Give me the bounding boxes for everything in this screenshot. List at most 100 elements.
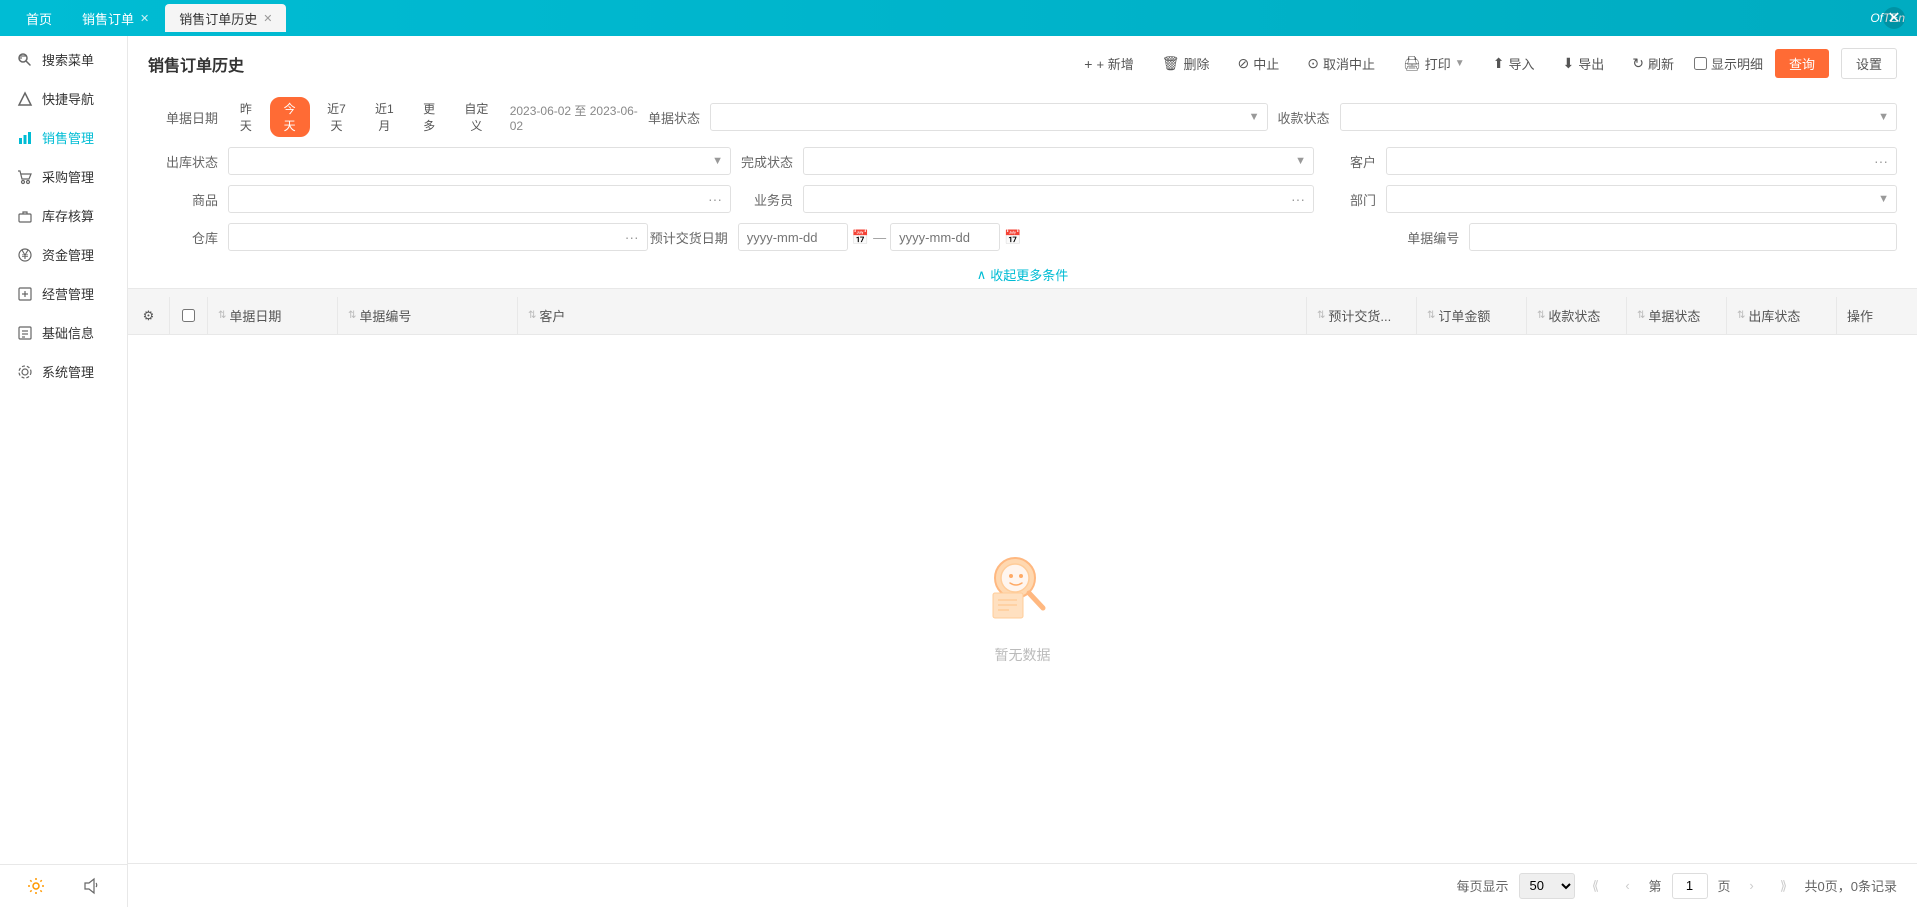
tab-sales-order-history[interactable]: 销售订单历史 ✕: [165, 4, 286, 32]
sort-amount-icon: ⇅: [1427, 310, 1435, 321]
stop-button[interactable]: ⊘ 中止: [1230, 50, 1288, 77]
date-btn-custom[interactable]: 自定义: [453, 97, 500, 137]
display-detail-toggle[interactable]: 显示明细: [1694, 54, 1763, 73]
volume-icon[interactable]: [82, 877, 100, 895]
window-close-button[interactable]: ✕: [1883, 7, 1905, 29]
date-btn-yesterday[interactable]: 昨天: [228, 97, 264, 137]
sidebar-item-system-mgmt[interactable]: 系统管理: [0, 352, 127, 391]
sales-mgmt-icon: [16, 129, 34, 147]
department-select[interactable]: [1386, 185, 1897, 213]
th-receipt-status[interactable]: ⇅ 收款状态: [1527, 297, 1627, 334]
per-page-label: 每页显示: [1456, 876, 1508, 895]
delete-button[interactable]: 🗑 删除: [1154, 50, 1218, 77]
cancel-stop-button[interactable]: ⊙ 取消中止: [1299, 50, 1383, 77]
th-customer[interactable]: ⇅ 客户: [518, 297, 1307, 334]
last-page-button[interactable]: ⟫: [1773, 875, 1795, 897]
th-gear[interactable]: ⚙: [128, 297, 170, 334]
date-btn-1month[interactable]: 近1月: [363, 97, 405, 137]
expected-delivery-from[interactable]: [738, 223, 848, 251]
tab-sales-order[interactable]: 销售订单 ✕: [68, 4, 163, 32]
sidebar-item-operations[interactable]: 经营管理: [0, 274, 127, 313]
completion-status-select[interactable]: [803, 147, 1314, 175]
sidebar-sales-mgmt-label: 销售管理: [42, 128, 94, 147]
doc-number-input[interactable]: [1469, 223, 1897, 251]
th-outbound-status[interactable]: ⇅ 出库状态: [1727, 297, 1837, 334]
th-delivery[interactable]: ⇅ 预计交货...: [1307, 297, 1417, 334]
tab-home[interactable]: 首页: [12, 4, 66, 32]
display-detail-label: 显示明细: [1711, 54, 1763, 73]
salesperson-select[interactable]: ···: [803, 185, 1314, 213]
calendar-to-icon[interactable]: 📅: [1004, 229, 1021, 246]
import-button[interactable]: ⬆ 导入: [1485, 50, 1543, 77]
collapse-label: 收起更多条件: [990, 265, 1068, 284]
tab-sales-order-history-close[interactable]: ✕: [263, 12, 272, 25]
th-doc-status[interactable]: ⇅ 单据状态: [1627, 297, 1727, 334]
quick-nav-icon: [16, 90, 34, 108]
sidebar-operations-label: 经营管理: [42, 284, 94, 303]
new-button[interactable]: + + 新增: [1076, 50, 1141, 77]
warehouse-select[interactable]: ···: [228, 223, 648, 251]
display-detail-checkbox[interactable]: [1694, 57, 1707, 70]
sidebar-item-purchase-mgmt[interactable]: 采购管理: [0, 157, 127, 196]
tab-sales-order-close[interactable]: ✕: [140, 12, 149, 25]
sidebar-item-sales-mgmt[interactable]: 销售管理: [0, 118, 127, 157]
sort-receipt-icon: ⇅: [1537, 310, 1545, 321]
sidebar-item-quick-nav[interactable]: 快捷导航: [0, 79, 127, 118]
tab-sales-order-label: 销售订单: [82, 9, 134, 28]
export-button[interactable]: ⬇ 导出: [1554, 50, 1612, 77]
sidebar-item-fund-mgmt[interactable]: ¥ 资金管理: [0, 235, 127, 274]
product-select[interactable]: ···: [228, 185, 731, 213]
th-check[interactable]: [170, 297, 208, 334]
customer-select[interactable]: ···: [1386, 147, 1897, 175]
date-btn-7days[interactable]: 近7天: [316, 97, 358, 137]
calendar-from-icon[interactable]: 📅: [852, 229, 869, 246]
prev-page-button[interactable]: ‹: [1617, 875, 1639, 897]
sort-doc-status-icon: ⇅: [1637, 310, 1645, 321]
refresh-button[interactable]: ↻ 刷新: [1624, 50, 1682, 77]
date-btn-more[interactable]: 更多: [411, 97, 447, 137]
settings-button[interactable]: 设置: [1841, 48, 1897, 79]
sidebar-item-basic-info[interactable]: 基础信息: [0, 313, 127, 352]
th-doc-num[interactable]: ⇅ 单据编号: [338, 297, 518, 334]
new-label: + 新增: [1096, 54, 1133, 73]
system-mgmt-icon: [16, 363, 34, 381]
date-separator: —: [873, 230, 886, 245]
select-all-checkbox[interactable]: [182, 309, 195, 322]
receipt-status-select[interactable]: [1340, 103, 1898, 131]
date-btn-today[interactable]: 今天: [270, 97, 310, 137]
fund-mgmt-icon: ¥: [16, 246, 34, 264]
collapse-bar[interactable]: ∧ 收起更多条件: [148, 261, 1897, 288]
operations-icon: [16, 285, 34, 303]
doc-number-label: 单据编号: [1397, 228, 1469, 247]
sidebar-purchase-mgmt-label: 采购管理: [42, 167, 94, 186]
settings-gear-icon[interactable]: [27, 877, 45, 895]
tab-container: 首页 销售订单 ✕ 销售订单历史 ✕: [12, 4, 1870, 32]
outbound-status-select[interactable]: [228, 147, 731, 175]
th-doc-num-label: 单据编号: [359, 306, 411, 325]
th-doc-date[interactable]: ⇅ 单据日期: [208, 297, 338, 334]
new-icon: +: [1084, 56, 1092, 72]
th-outbound-status-label: 出库状态: [1748, 306, 1800, 325]
page-number-input[interactable]: [1672, 873, 1708, 899]
per-page-select[interactable]: 20 50 100: [1519, 873, 1575, 899]
sidebar-item-inventory[interactable]: 库存核算: [0, 196, 127, 235]
sidebar-item-search-menu[interactable]: 搜索菜单: [0, 40, 127, 79]
doc-status-select[interactable]: [710, 103, 1268, 131]
filter-area: 单据日期 昨天 今天 近7天 近1月 更多 自定义 2023-06-02 至 2…: [148, 89, 1897, 288]
svg-text:¥: ¥: [20, 247, 29, 262]
pagination: 每页显示 20 50 100 ⟪ ‹ 第 页 › ⟫ 共0页，0条记录: [128, 863, 1917, 907]
query-button[interactable]: 查询: [1775, 49, 1829, 78]
next-page-button[interactable]: ›: [1741, 875, 1763, 897]
outbound-status-wrapper: ▼: [228, 147, 731, 175]
search-menu-icon: [16, 51, 34, 69]
first-page-button[interactable]: ⟪: [1585, 875, 1607, 897]
expected-delivery-to[interactable]: [890, 223, 1000, 251]
print-button[interactable]: 🖨 打印 ▼: [1395, 50, 1473, 77]
filter-row-1: 单据日期 昨天 今天 近7天 近1月 更多 自定义 2023-06-02 至 2…: [148, 97, 1897, 137]
th-amount[interactable]: ⇅ 订单金额: [1417, 297, 1527, 334]
sidebar-quick-nav-label: 快捷导航: [42, 89, 94, 108]
sort-doc-date-icon: ⇅: [218, 310, 226, 321]
sort-doc-num-icon: ⇅: [348, 310, 356, 321]
total-info: 共0页，0条记录: [1805, 876, 1897, 895]
page-title: 销售订单历史: [148, 52, 244, 76]
